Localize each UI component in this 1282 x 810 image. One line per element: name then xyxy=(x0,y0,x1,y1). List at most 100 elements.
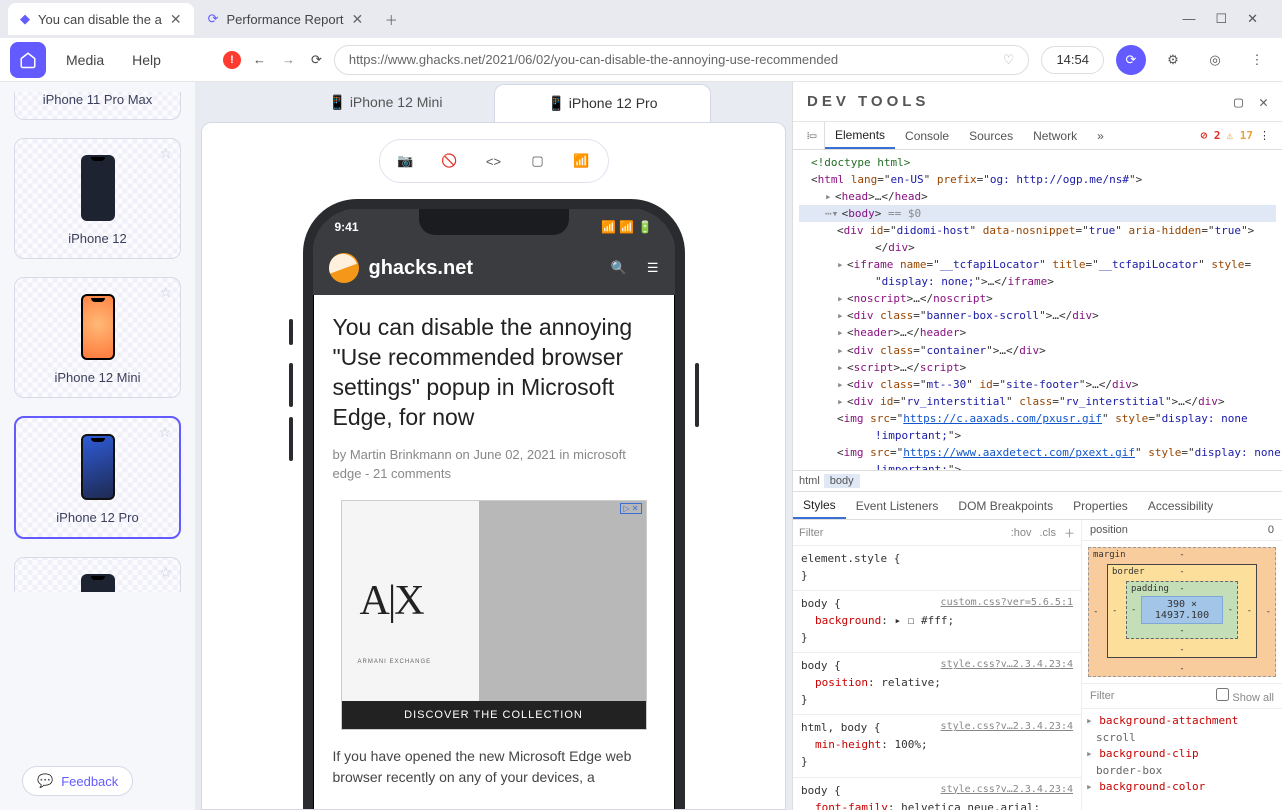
filter-input[interactable]: Filter xyxy=(799,527,823,539)
search-icon[interactable]: 🔍 xyxy=(611,260,627,276)
phone-thumb-icon xyxy=(81,155,115,221)
device-card[interactable]: ☆ iPhone 12 Mini xyxy=(14,277,181,398)
breadcrumb[interactable]: html body xyxy=(793,470,1282,492)
inspect-icon[interactable]: ⁞▭ xyxy=(799,122,825,149)
help-menu[interactable]: Help xyxy=(124,52,169,68)
dock-icon[interactable]: ▢ xyxy=(1234,93,1243,111)
preview-tab-active[interactable]: 📱 iPhone 12 Pro xyxy=(494,84,710,122)
device-label: iPhone 12 xyxy=(15,231,180,246)
kebab-icon[interactable]: ⋮ xyxy=(1259,129,1270,142)
heart-icon[interactable]: ♡ xyxy=(1003,52,1015,68)
ad-cta[interactable]: DISCOVER THE COLLECTION xyxy=(342,701,646,729)
site-name: ghacks.net xyxy=(369,257,601,280)
device-sidebar: iPhone 11 Pro Max ☆ iPhone 12 ☆ iPhone 1… xyxy=(0,82,195,810)
browser-tab-2[interactable]: ⟳ Performance Report ✕ xyxy=(196,3,376,35)
device-card-selected[interactable]: ☆ iPhone 12 Pro xyxy=(14,416,181,539)
phone-thumb-icon xyxy=(81,574,115,592)
phone-frame: 9:41 📶 📶 🔋 ghacks.net 🔍 ☰ You can disabl… xyxy=(303,199,685,810)
ad-brand: A|X xyxy=(342,577,423,625)
device-card[interactable]: iPhone 11 Pro Max xyxy=(14,92,181,120)
devtools-panel: DEV TOOLS ▢ ✕ ⁞▭ Elements Console Source… xyxy=(792,82,1282,810)
tab-elements[interactable]: Elements xyxy=(825,122,895,149)
toolbar: Media Help ! ← → ⟳ https://www.ghacks.ne… xyxy=(0,38,1282,82)
ad-block[interactable]: ▷ ✕ A|X ARMANI EXCHANGE DISCOVER THE COL… xyxy=(341,500,647,730)
phone-thumb-icon xyxy=(81,434,115,500)
selected-node[interactable]: ⋯▾<body> == $0 xyxy=(799,205,1276,222)
star-icon[interactable]: ☆ xyxy=(159,284,172,301)
position-val: 0 xyxy=(1268,524,1274,536)
tab-dom-breakpoints[interactable]: DOM Breakpoints xyxy=(948,492,1063,519)
media-menu[interactable]: Media xyxy=(58,52,112,68)
window-tab-strip: ◆ You can disable the a ✕ ⟳ Performance … xyxy=(0,0,1282,38)
error-badge[interactable]: ! xyxy=(223,51,241,69)
minimize-icon[interactable]: — xyxy=(1182,11,1195,27)
crumb-body[interactable]: body xyxy=(824,474,860,488)
tab-console[interactable]: Console xyxy=(895,122,959,149)
hamburger-icon[interactable]: ☰ xyxy=(647,260,659,276)
tab-styles[interactable]: Styles xyxy=(793,492,846,519)
browser-tab-1[interactable]: ◆ You can disable the a ✕ xyxy=(8,3,194,35)
star-icon[interactable]: ☆ xyxy=(159,564,172,581)
reload-button[interactable]: ⟳ xyxy=(311,52,322,68)
computed-filter[interactable]: Filter xyxy=(1090,690,1114,702)
device-label: iPhone 12 Pro xyxy=(16,510,179,525)
close-icon[interactable]: ✕ xyxy=(352,11,364,28)
video-icon[interactable]: ▢ xyxy=(516,144,560,178)
article-body: If you have opened the new Microsoft Edg… xyxy=(333,746,655,788)
url-bar[interactable]: https://www.ghacks.net/2021/06/02/you-ca… xyxy=(334,45,1030,75)
cls-toggle[interactable]: .cls xyxy=(1040,527,1057,539)
tab-properties[interactable]: Properties xyxy=(1063,492,1138,519)
error-count[interactable]: ⊘ 2 xyxy=(1201,129,1221,142)
dom-tree[interactable]: <!doctype html> <html lang="en-US" prefi… xyxy=(793,150,1282,470)
star-icon[interactable]: ☆ xyxy=(159,145,172,162)
tab-network[interactable]: Network xyxy=(1023,122,1087,149)
preview-area: 📱 iPhone 12 Mini 📱 iPhone 12 Pro 📷 🚫 <> … xyxy=(195,82,792,810)
computed-props[interactable]: ▸ background-attachmentscroll▸ backgroun… xyxy=(1082,709,1282,810)
camera-icon[interactable]: 📷 xyxy=(384,144,428,178)
close-window-icon[interactable]: ✕ xyxy=(1247,11,1258,27)
crumb-html[interactable]: html xyxy=(799,475,820,487)
feedback-label: Feedback xyxy=(61,774,118,789)
tab-event-listeners[interactable]: Event Listeners xyxy=(846,492,949,519)
time-display: 14:54 xyxy=(1041,46,1104,74)
star-icon[interactable]: ☆ xyxy=(158,424,171,441)
feedback-button[interactable]: 💬 Feedback xyxy=(22,766,133,796)
device-label: iPhone 12 Mini xyxy=(15,370,180,385)
computed-pane: position 0 0 margin ---- border ---- pad… xyxy=(1082,520,1282,810)
close-icon[interactable]: ✕ xyxy=(170,11,182,28)
devtools-tabs: ⁞▭ Elements Console Sources Network » ⊘ … xyxy=(793,122,1282,150)
tab-accessibility[interactable]: Accessibility xyxy=(1138,492,1223,519)
url-text: https://www.ghacks.net/2021/06/02/you-ca… xyxy=(349,52,838,67)
box-model[interactable]: 0 margin ---- border ---- padding ---- 3… xyxy=(1082,541,1282,683)
app-icon[interactable]: ⟳ xyxy=(1116,45,1146,75)
back-button[interactable]: ← xyxy=(253,52,266,68)
styles-rules[interactable]: Filter :hov .cls ＋ element.style {}custo… xyxy=(793,520,1082,810)
forward-button[interactable]: → xyxy=(282,52,295,68)
close-devtools-icon[interactable]: ✕ xyxy=(1259,93,1268,111)
warn-count[interactable]: ⚠ 17 xyxy=(1227,129,1254,142)
hov-toggle[interactable]: :hov xyxy=(1011,527,1032,539)
device-label: iPhone 11 Pro Max xyxy=(15,92,180,107)
new-tab-button[interactable]: ＋ xyxy=(377,5,405,33)
device-card[interactable]: ☆ xyxy=(14,557,181,592)
tab-sources[interactable]: Sources xyxy=(959,122,1023,149)
code-icon[interactable]: <> xyxy=(472,144,516,178)
preview-tab[interactable]: 📱 iPhone 12 Mini xyxy=(276,84,494,122)
position-label: position xyxy=(1090,524,1128,536)
device-card[interactable]: ☆ iPhone 12 xyxy=(14,138,181,259)
home-button[interactable] xyxy=(10,42,46,78)
kebab-icon[interactable]: ⋮ xyxy=(1242,45,1272,75)
new-rule-icon[interactable]: ＋ xyxy=(1064,525,1075,541)
tab-title: Performance Report xyxy=(226,12,343,27)
site-header: ghacks.net 🔍 ☰ xyxy=(313,245,675,295)
target-icon[interactable]: ◎ xyxy=(1200,45,1230,75)
phone-notch xyxy=(419,209,569,235)
wifi-icon[interactable]: 📶 xyxy=(560,144,604,178)
ad-badge[interactable]: ▷ ✕ xyxy=(620,503,641,514)
tab-more-icon[interactable]: » xyxy=(1087,122,1114,149)
gear-icon[interactable]: ⚙ xyxy=(1158,45,1188,75)
action-pill: 📷 🚫 <> ▢ 📶 xyxy=(379,139,609,183)
block-icon[interactable]: 🚫 xyxy=(428,144,472,178)
maximize-icon[interactable]: ☐ xyxy=(1215,11,1227,27)
show-all-checkbox[interactable] xyxy=(1216,688,1229,701)
